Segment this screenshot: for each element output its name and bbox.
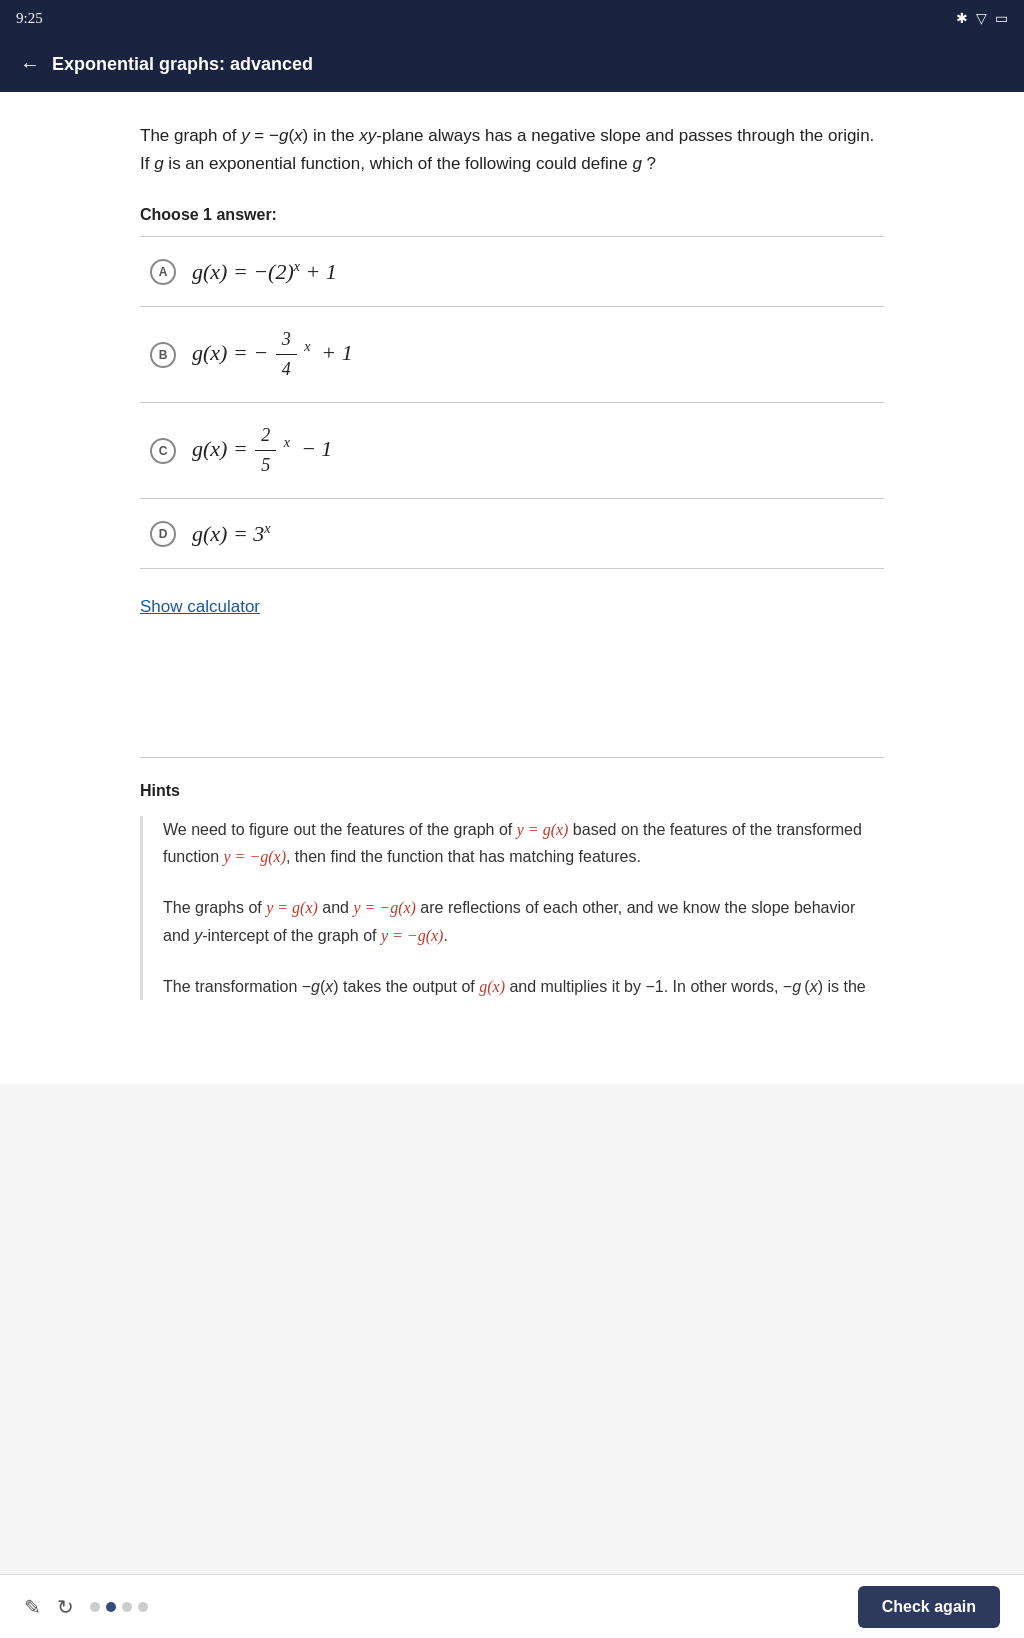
divider bbox=[140, 757, 884, 758]
option-c-math: g(x) = 2 5 x − 1 bbox=[192, 421, 332, 480]
option-b-circle: B bbox=[150, 342, 176, 368]
dot-2 bbox=[106, 1602, 116, 1612]
hint-math-2: y = −g(x) bbox=[223, 848, 285, 865]
show-calculator-link[interactable]: Show calculator bbox=[140, 597, 260, 617]
hints-box: We need to figure out the features of th… bbox=[140, 816, 884, 1000]
status-time: 9:25 bbox=[16, 10, 43, 27]
hint-math-4: y = −g(x) bbox=[353, 899, 415, 916]
signal-icon: ▽ bbox=[976, 10, 987, 27]
bottom-bar: ✎ ↻ Check again bbox=[0, 1574, 1024, 1638]
dot-4 bbox=[138, 1602, 148, 1612]
hint-paragraph-1: We need to figure out the features of th… bbox=[163, 816, 884, 870]
option-d-math: g(x) = 3x bbox=[192, 517, 270, 550]
option-b[interactable]: B g(x) = − 3 4 x + 1 bbox=[140, 307, 884, 403]
status-bar: 9:25 ✱ ▽ ▭ bbox=[0, 0, 1024, 36]
back-button[interactable]: ← bbox=[20, 53, 40, 76]
battery-icon: ▭ bbox=[995, 10, 1008, 27]
dot-3 bbox=[122, 1602, 132, 1612]
bottom-left-controls: ✎ ↻ bbox=[24, 1595, 148, 1619]
page-title: Exponential graphs: advanced bbox=[52, 54, 313, 75]
options-container: A g(x) = −(2)x + 1 B g(x) = − 3 4 x + 1 … bbox=[140, 236, 884, 569]
hint-paragraph-3: The transformation −g(x) takes the outpu… bbox=[163, 973, 884, 1000]
progress-dots bbox=[90, 1602, 148, 1612]
hint-math-6: g(x) bbox=[479, 978, 505, 995]
option-a[interactable]: A g(x) = −(2)x + 1 bbox=[140, 237, 884, 307]
bluetooth-icon: ✱ bbox=[956, 10, 968, 27]
option-d[interactable]: D g(x) = 3x bbox=[140, 499, 884, 569]
hint-math-1: y = g(x) bbox=[517, 821, 569, 838]
option-d-circle: D bbox=[150, 521, 176, 547]
hint-math-3: y = g(x) bbox=[266, 899, 318, 916]
dot-1 bbox=[90, 1602, 100, 1612]
choose-answer-label: Choose 1 answer: bbox=[140, 206, 884, 224]
refresh-icon[interactable]: ↻ bbox=[57, 1595, 74, 1619]
option-c-circle: C bbox=[150, 438, 176, 464]
option-c[interactable]: C g(x) = 2 5 x − 1 bbox=[140, 403, 884, 499]
option-a-circle: A bbox=[150, 259, 176, 285]
check-again-button[interactable]: Check again bbox=[858, 1586, 1000, 1628]
option-b-math: g(x) = − 3 4 x + 1 bbox=[192, 325, 353, 384]
status-icons: ✱ ▽ ▭ bbox=[956, 10, 1008, 27]
hints-title: Hints bbox=[140, 782, 884, 800]
question-text: The graph of y = −g(x) in the xy-plane a… bbox=[140, 122, 884, 178]
pencil-icon[interactable]: ✎ bbox=[24, 1595, 41, 1619]
main-content: The graph of y = −g(x) in the xy-plane a… bbox=[0, 92, 1024, 757]
hints-section: Hints We need to figure out the features… bbox=[0, 757, 1024, 1084]
hint-paragraph-2: The graphs of y = g(x) and y = −g(x) are… bbox=[163, 894, 884, 948]
hint-math-5: y = −g(x) bbox=[381, 927, 443, 944]
header: ← Exponential graphs: advanced bbox=[0, 36, 1024, 92]
option-a-math: g(x) = −(2)x + 1 bbox=[192, 255, 337, 288]
